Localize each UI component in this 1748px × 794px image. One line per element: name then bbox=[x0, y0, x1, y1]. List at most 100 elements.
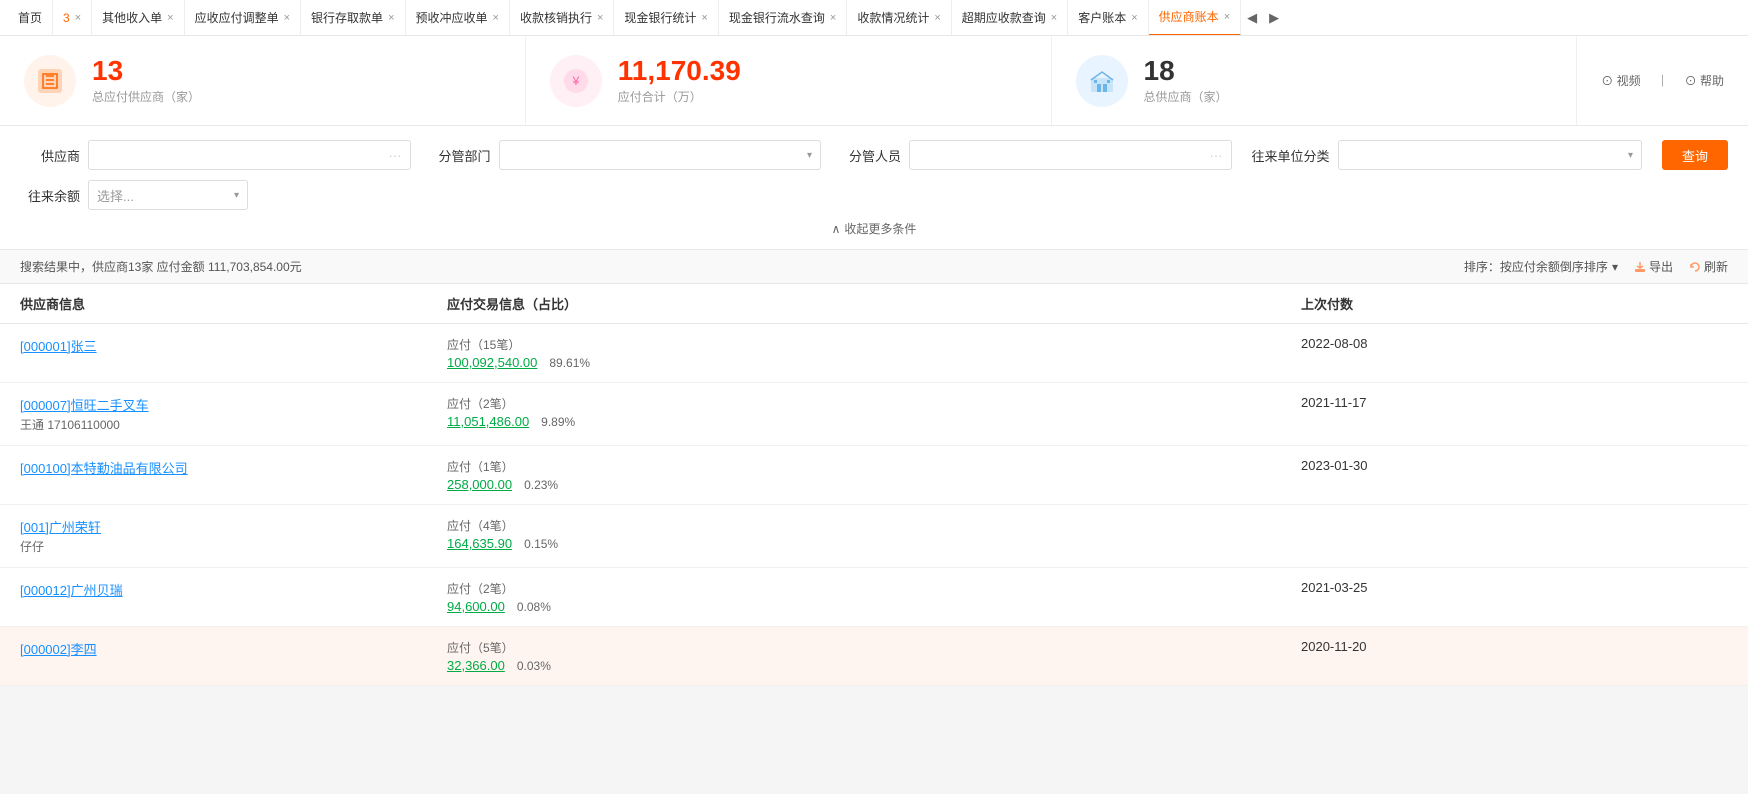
search-button[interactable]: 查询 bbox=[1662, 140, 1728, 170]
last-pay-date: 2021-03-25 bbox=[1301, 580, 1368, 595]
supplier-link[interactable]: [000001]张三 bbox=[20, 336, 447, 355]
header-last-pay: 上次付数 bbox=[1301, 294, 1728, 313]
supplier-info-cell: [000007]恒旺二手叉车 王通 17106110000 bbox=[20, 395, 447, 433]
pay-amount[interactable]: 32,366.00 bbox=[447, 658, 505, 673]
nav-tab-bank[interactable]: 银行存取款单 × bbox=[301, 0, 405, 36]
pay-amount[interactable]: 258,000.00 bbox=[447, 477, 512, 492]
close-tab-customer-ledger[interactable]: × bbox=[1131, 12, 1137, 24]
nav-tab-other-income[interactable]: 其他收入单 × bbox=[92, 0, 184, 36]
pay-percent: 89.61% bbox=[549, 356, 590, 370]
pay-info-cell: 应付（15笔） 100,092,540.00 89.61% bbox=[447, 336, 1301, 370]
table-row: [000002]李四 应付（5笔） 32,366.00 0.03% 2020-1… bbox=[0, 627, 1748, 686]
summary-card-payable-suppliers: 13 总应付供应商（家） bbox=[0, 36, 526, 125]
supplier-sub: 王通 17106110000 bbox=[20, 416, 447, 433]
pay-label: 应付（15笔） bbox=[447, 336, 1301, 353]
pay-label: 应付（2笔） bbox=[447, 395, 1301, 412]
pay-info-cell: 应付（5笔） 32,366.00 0.03% bbox=[447, 639, 1301, 673]
nav-tab-receipt-stats[interactable]: 收款情况统计 × bbox=[847, 0, 951, 36]
collapse-button[interactable]: ∧ 收起更多条件 bbox=[820, 216, 929, 241]
dept-label: 分管部门 bbox=[431, 146, 491, 165]
close-tab-collect[interactable]: × bbox=[597, 12, 603, 24]
last-pay-date: 2023-01-30 bbox=[1301, 458, 1368, 473]
help-link[interactable]: ⊙ 帮助 bbox=[1685, 72, 1724, 89]
nav-tab-supplier-ledger[interactable]: 供应商账本 × bbox=[1149, 0, 1241, 36]
last-pay-date: 2022-08-08 bbox=[1301, 336, 1368, 351]
total-suppliers-number: 18 bbox=[1144, 56, 1228, 87]
video-link[interactable]: ⊙ 视频 bbox=[1601, 72, 1640, 89]
dept-select[interactable]: ▾ bbox=[499, 140, 822, 170]
filter-person: 分管人员 ··· bbox=[841, 140, 1232, 170]
nav-tab-3[interactable]: 3 × bbox=[53, 0, 92, 36]
balance-placeholder: 选择... bbox=[97, 186, 134, 205]
pay-amount[interactable]: 11,051,486.00 bbox=[447, 414, 529, 429]
close-tab-receipt-stats[interactable]: × bbox=[934, 12, 940, 24]
close-tab-3[interactable]: × bbox=[75, 12, 81, 24]
nav-tab-prepay[interactable]: 预收冲应收单 × bbox=[406, 0, 510, 36]
supplier-link[interactable]: [000012]广州贝瑞 bbox=[20, 580, 447, 599]
total-suppliers-stat: 18 总供应商（家） bbox=[1144, 56, 1228, 106]
filter-row-2: 往来余额 选择... ▾ bbox=[20, 180, 1728, 210]
nav-tab-home[interactable]: 首页 bbox=[8, 0, 53, 36]
pay-label: 应付（1笔） bbox=[447, 458, 1301, 475]
export-button[interactable]: 导出 bbox=[1634, 258, 1673, 275]
pay-info-cell: 应付（4笔） 164,635.90 0.15% bbox=[447, 517, 1301, 555]
supplier-info-cell: [001]广州荣轩 仔仔 bbox=[20, 517, 447, 555]
payable-suppliers-stat: 13 总应付供应商（家） bbox=[92, 56, 200, 106]
pay-label: 应付（5笔） bbox=[447, 639, 1301, 656]
pay-amount[interactable]: 164,635.90 bbox=[447, 536, 512, 551]
collapse-icon: ∧ bbox=[832, 222, 841, 236]
filter-area: 供应商 ··· 分管部门 ▾ 分管人员 ··· 往来单位分类 ▾ 查询 bbox=[0, 126, 1748, 250]
balance-select[interactable]: 选择... ▾ bbox=[88, 180, 248, 210]
close-tab-bank[interactable]: × bbox=[388, 12, 394, 24]
person-input[interactable]: ··· bbox=[909, 140, 1232, 170]
supplier-link[interactable]: [000002]李四 bbox=[20, 639, 447, 658]
refresh-button[interactable]: 刷新 bbox=[1689, 258, 1728, 275]
nav-arrow-right[interactable]: ▶ bbox=[1263, 10, 1285, 26]
close-tab-adjustments[interactable]: × bbox=[284, 12, 290, 24]
payable-suppliers-icon bbox=[24, 55, 76, 107]
nav-arrow-left[interactable]: ◀ bbox=[1241, 10, 1263, 26]
nav-tab-cash-stats[interactable]: 现金银行统计 × bbox=[614, 0, 718, 36]
last-pay-cell bbox=[1301, 517, 1728, 555]
supplier-info-cell: [000002]李四 bbox=[20, 639, 447, 673]
nav-tab-overdue[interactable]: 超期应收款查询 × bbox=[952, 0, 1068, 36]
filter-row-1: 供应商 ··· 分管部门 ▾ 分管人员 ··· 往来单位分类 ▾ 查询 bbox=[20, 140, 1728, 170]
pay-percent: 0.08% bbox=[517, 600, 551, 614]
pay-percent: 0.03% bbox=[517, 659, 551, 673]
table-body: [000001]张三 应付（15笔） 100,092,540.00 89.61%… bbox=[0, 324, 1748, 686]
payable-total-label: 应付合计（万） bbox=[618, 88, 741, 105]
close-tab-cash-stats[interactable]: × bbox=[701, 12, 707, 24]
pay-percent: 9.89% bbox=[541, 415, 575, 429]
pay-amount[interactable]: 100,092,540.00 bbox=[447, 355, 537, 370]
pay-amount[interactable]: 94,600.00 bbox=[447, 599, 505, 614]
nav-tab-collect[interactable]: 收款核销执行 × bbox=[510, 0, 614, 36]
nav-tab-adjustments[interactable]: 应收应付调整单 × bbox=[185, 0, 301, 36]
table-row: [001]广州荣轩 仔仔 应付（4笔） 164,635.90 0.15% bbox=[0, 505, 1748, 568]
last-pay-cell: 2020-11-20 bbox=[1301, 639, 1728, 673]
result-summary: 搜索结果中，供应商13家 应付金额 111,703,854.00元 bbox=[20, 258, 302, 275]
person-label: 分管人员 bbox=[841, 146, 901, 165]
balance-label: 往来余额 bbox=[20, 186, 80, 205]
last-pay-date: 2020-11-20 bbox=[1301, 639, 1367, 654]
supplier-input[interactable]: ··· bbox=[88, 140, 411, 170]
close-tab-other-income[interactable]: × bbox=[167, 12, 173, 24]
close-tab-supplier-ledger[interactable]: × bbox=[1224, 11, 1230, 23]
supplier-info-cell: [000001]张三 bbox=[20, 336, 447, 370]
supplier-link[interactable]: [001]广州荣轩 bbox=[20, 517, 447, 536]
pay-percent: 0.15% bbox=[524, 537, 558, 551]
close-tab-overdue[interactable]: × bbox=[1051, 12, 1057, 24]
nav-tab-cash-flow[interactable]: 现金银行流水查询 × bbox=[719, 0, 847, 36]
nav-tab-customer-ledger[interactable]: 客户账本 × bbox=[1068, 0, 1148, 36]
close-tab-cash-flow[interactable]: × bbox=[830, 12, 836, 24]
payable-suppliers-number: 13 bbox=[92, 56, 200, 87]
category-select[interactable]: ▾ bbox=[1338, 140, 1642, 170]
payable-total-icon: ¥ bbox=[550, 55, 602, 107]
table-row: [000007]恒旺二手叉车 王通 17106110000 应付（2笔） 11,… bbox=[0, 383, 1748, 446]
sort-label[interactable]: 排序：按应付余额倒序排序▾ bbox=[1464, 258, 1618, 275]
supplier-link[interactable]: [000007]恒旺二手叉车 bbox=[20, 395, 447, 414]
filter-balance: 往来余额 选择... ▾ bbox=[20, 180, 300, 210]
balance-chevron: ▾ bbox=[234, 190, 239, 201]
close-tab-prepay[interactable]: × bbox=[493, 12, 499, 24]
supplier-link[interactable]: [000100]本特勤油品有限公司 bbox=[20, 458, 447, 477]
table-header: 供应商信息 应付交易信息（占比） 上次付数 bbox=[0, 284, 1748, 324]
